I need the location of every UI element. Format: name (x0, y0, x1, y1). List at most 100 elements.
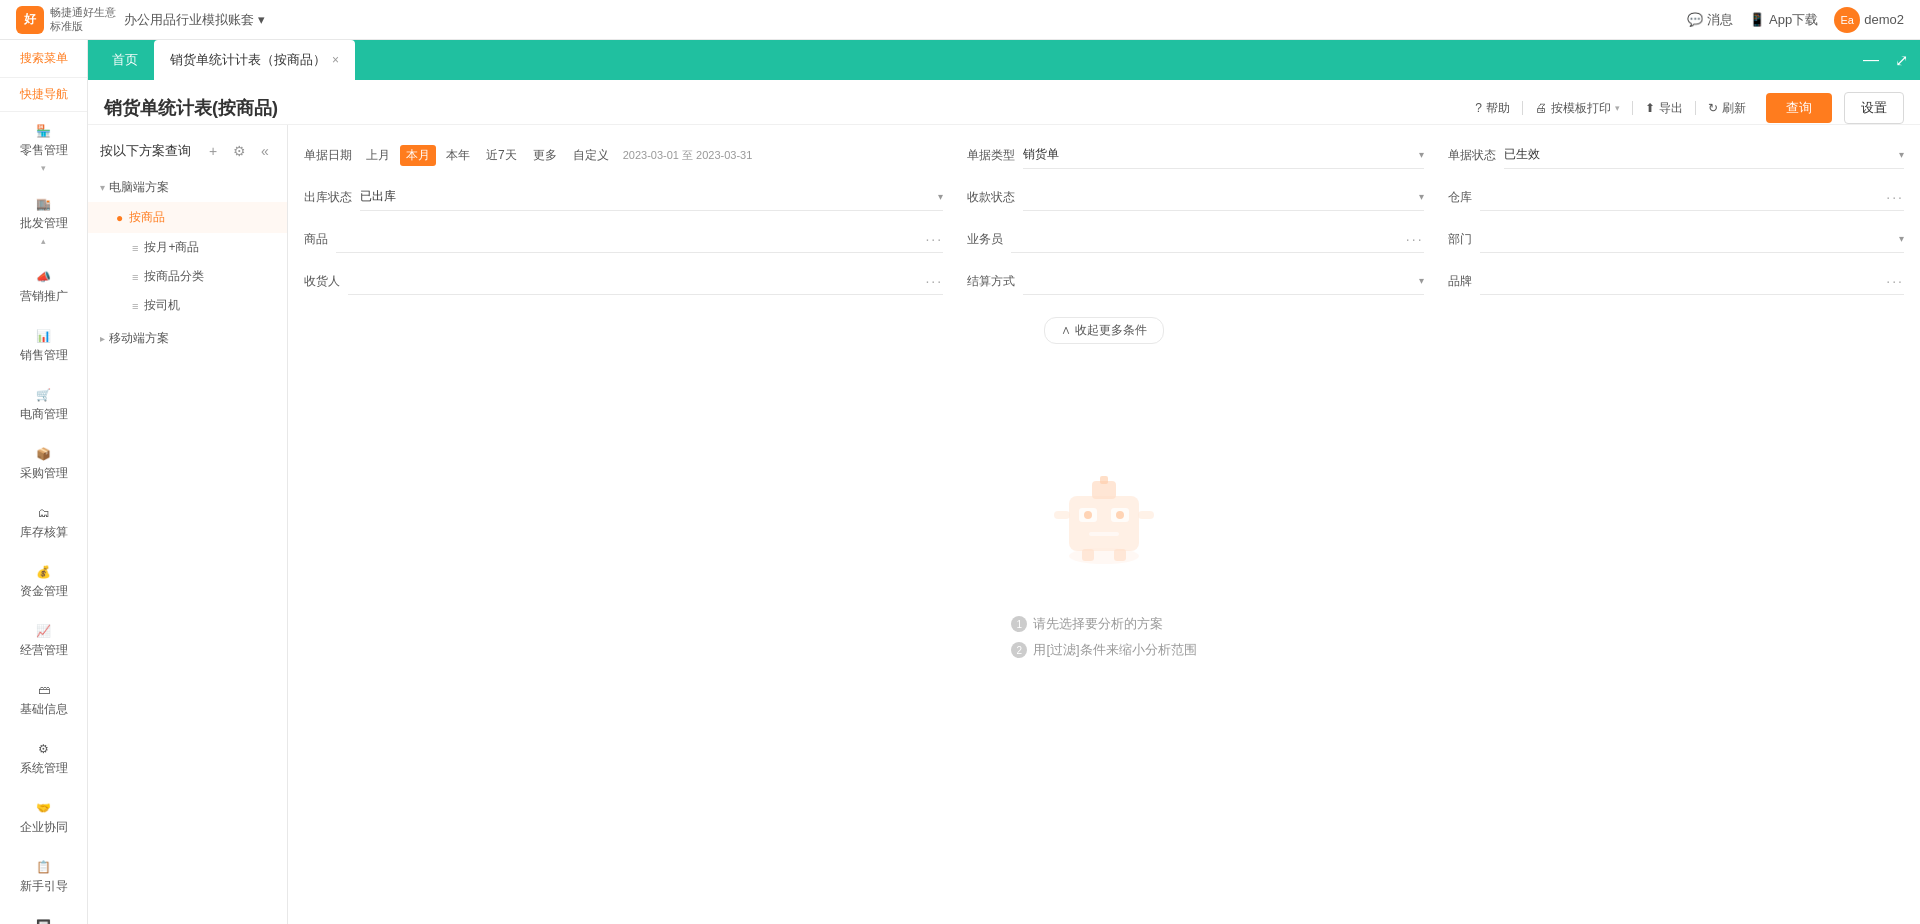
filter-receiver: 收货人 ··· (304, 267, 943, 295)
tab-active[interactable]: 销货单统计计表（按商品） × (154, 40, 355, 80)
scheme-item-by-category[interactable]: ≡ 按商品分类 (88, 262, 287, 291)
product-value[interactable]: ··· (336, 225, 943, 253)
date-tag-7days[interactable]: 近7天 (480, 145, 523, 166)
warehouse-dots-icon: ··· (1886, 189, 1904, 205)
sidebar-item-guide[interactable]: 📋 新手引导 (0, 848, 87, 907)
svg-rect-11 (1082, 549, 1094, 561)
scheme-group-mobile-header[interactable]: ▸ 移动端方案 (88, 324, 287, 353)
date-tag-custom[interactable]: 自定义 (567, 145, 615, 166)
operation-icon: 📈 (36, 624, 51, 638)
app-download-btn[interactable]: 📱 App下载 (1749, 11, 1818, 29)
scheme-item-by-month-product[interactable]: ≡ 按月+商品 (88, 233, 287, 262)
sidebar-item-sales[interactable]: 📊 销售管理 (0, 317, 87, 376)
scheme-item-active-icon: ● (116, 211, 123, 225)
settings-btn[interactable]: 设置 (1844, 92, 1904, 124)
logo-text: 畅捷通好生意 标准版 (50, 6, 116, 32)
brand-value[interactable]: ··· (1480, 267, 1904, 295)
tip-2: 2 用[过滤]条件来缩小分析范围 (1011, 641, 1196, 659)
date-tag-more[interactable]: 更多 (527, 145, 563, 166)
svg-rect-6 (1089, 532, 1119, 536)
dept-value[interactable]: ▾ (1480, 225, 1904, 253)
user-profile[interactable]: Ea demo2 (1834, 7, 1904, 33)
sidebar-search[interactable]: 搜索菜单 (0, 40, 87, 78)
tab-bar-right: — ⤢ (1859, 47, 1912, 74)
divider2 (1632, 101, 1633, 115)
filter-doc-type: 单据类型 销货单 ▾ (967, 141, 1423, 169)
staff-label: 业务员 (967, 231, 1003, 248)
inventory-icon: 🗂 (38, 506, 50, 520)
tab-minimize-btn[interactable]: — (1859, 47, 1883, 74)
scheme-group-pc-header[interactable]: ▾ 电脑端方案 (88, 173, 287, 202)
filter-panel: 单据日期 上月 本月 本年 近7天 更多 自定义 2023-03-01 至 20… (288, 125, 1920, 368)
enterprise-icon: 🤝 (36, 801, 51, 815)
top-bar: 好 畅捷通好生意 标准版 办公用品行业模拟账套 ▾ 💬 消息 📱 App下载 E… (0, 0, 1920, 40)
sidebar-item-finance[interactable]: 💰 资金管理 (0, 553, 87, 612)
collapse-btn[interactable]: ∧ 收起更多条件 (1044, 317, 1163, 344)
tab-maximize-btn[interactable]: ⤢ (1891, 47, 1912, 74)
svg-rect-12 (1114, 549, 1126, 561)
doc-status-value[interactable]: 已生效 ▾ (1504, 141, 1904, 169)
date-quick: 上月 本月 本年 近7天 更多 自定义 2023-03-01 至 2023-03… (360, 145, 943, 166)
filter-row-2: 出库状态 已出库 ▾ 收款状态 (304, 183, 1904, 211)
refresh-btn[interactable]: ↻ 刷新 (1708, 100, 1746, 117)
export-btn[interactable]: ⬆ 导出 (1645, 100, 1683, 117)
doc-type-value[interactable]: 销货单 ▾ (1023, 141, 1423, 169)
sidebar-item-operation[interactable]: 📈 经营管理 (0, 612, 87, 671)
tip-num-2: 2 (1011, 642, 1027, 658)
scheme-collapse-btn[interactable]: « (255, 141, 275, 161)
settlement-value[interactable]: ▾ (1023, 267, 1423, 295)
svg-point-5 (1116, 511, 1124, 519)
sidebar-nav[interactable]: 快捷导航 (0, 78, 87, 112)
industry-selector[interactable]: 办公用品行业模拟账套 ▾ (124, 11, 265, 29)
tab-close-icon[interactable]: × (332, 53, 339, 67)
sidebar-item-app-center[interactable]: 🔲 应用中心 (0, 907, 87, 924)
product-label: 商品 (304, 231, 328, 248)
avatar: Ea (1834, 7, 1860, 33)
sidebar-item-enterprise[interactable]: 🤝 企业协同 (0, 789, 87, 848)
export-icon: ⬆ (1645, 101, 1655, 115)
sidebar-item-basic[interactable]: 🗃 基础信息 (0, 671, 87, 730)
main-layout: 搜索菜单 快捷导航 🏪 零售管理 ▾ 🏬 批发管理 ▴ 📣 营销推广 📊 销售管… (0, 40, 1920, 924)
sidebar-item-system[interactable]: ⚙ 系统管理 (0, 730, 87, 789)
industry-dropdown-icon: ▾ (258, 12, 265, 27)
receiver-value[interactable]: ··· (348, 267, 943, 295)
tab-home[interactable]: 首页 (96, 40, 154, 80)
empty-tips: 1 请先选择要分析的方案 2 用[过滤]条件来缩小分析范围 (1011, 615, 1196, 667)
date-tag-last-month[interactable]: 上月 (360, 145, 396, 166)
scheme-item-by-product[interactable]: ● 按商品 (88, 202, 287, 233)
scheme-item-by-cashier[interactable]: ≡ 按司机 (88, 291, 287, 320)
payment-status-value[interactable]: ▾ (1023, 183, 1423, 211)
out-status-value[interactable]: 已出库 ▾ (360, 183, 943, 211)
filter-product: 商品 ··· (304, 225, 943, 253)
date-tag-this-year[interactable]: 本年 (440, 145, 476, 166)
sub-icon-3: ≡ (132, 300, 138, 312)
date-label: 单据日期 (304, 147, 352, 164)
marketing-icon: 📣 (36, 270, 51, 284)
receiver-label: 收货人 (304, 273, 340, 290)
sidebar-item-purchase[interactable]: 📦 采购管理 (0, 435, 87, 494)
warehouse-value[interactable]: ··· (1480, 183, 1904, 211)
receiver-dots-icon: ··· (925, 273, 943, 289)
sidebar-item-ecommerce[interactable]: 🛒 电商管理 (0, 376, 87, 435)
scheme-add-btn[interactable]: + (203, 141, 223, 161)
tip-1: 1 请先选择要分析的方案 (1011, 615, 1196, 633)
content-area: 首页 销货单统计计表（按商品） × — ⤢ 销货单统计表(按商品) ? 帮助 (88, 40, 1920, 924)
sidebar-item-marketing[interactable]: 📣 营销推广 (0, 258, 87, 317)
query-btn[interactable]: 查询 (1766, 93, 1832, 123)
filter-staff: 业务员 ··· (967, 225, 1423, 253)
staff-value[interactable]: ··· (1011, 225, 1423, 253)
print-btn[interactable]: 🖨 按模板打印 ▾ (1535, 100, 1620, 117)
svg-point-4 (1084, 511, 1092, 519)
filter-dept: 部门 ▾ (1448, 225, 1904, 253)
page-title: 销货单统计表(按商品) (104, 96, 278, 120)
sidebar-item-wholesale[interactable]: 🏬 批发管理 ▴ (0, 185, 87, 258)
system-icon: ⚙ (38, 742, 49, 756)
message-btn[interactable]: 💬 消息 (1687, 11, 1733, 29)
help-btn[interactable]: ? 帮助 (1475, 100, 1510, 117)
retail-icon: 🏪 (36, 124, 51, 138)
sidebar-item-inventory[interactable]: 🗂 库存核算 (0, 494, 87, 553)
scheme-settings-btn[interactable]: ⚙ (229, 141, 249, 161)
filter-settlement: 结算方式 ▾ (967, 267, 1423, 295)
date-tag-this-month[interactable]: 本月 (400, 145, 436, 166)
sidebar-item-retail[interactable]: 🏪 零售管理 ▾ (0, 112, 87, 185)
